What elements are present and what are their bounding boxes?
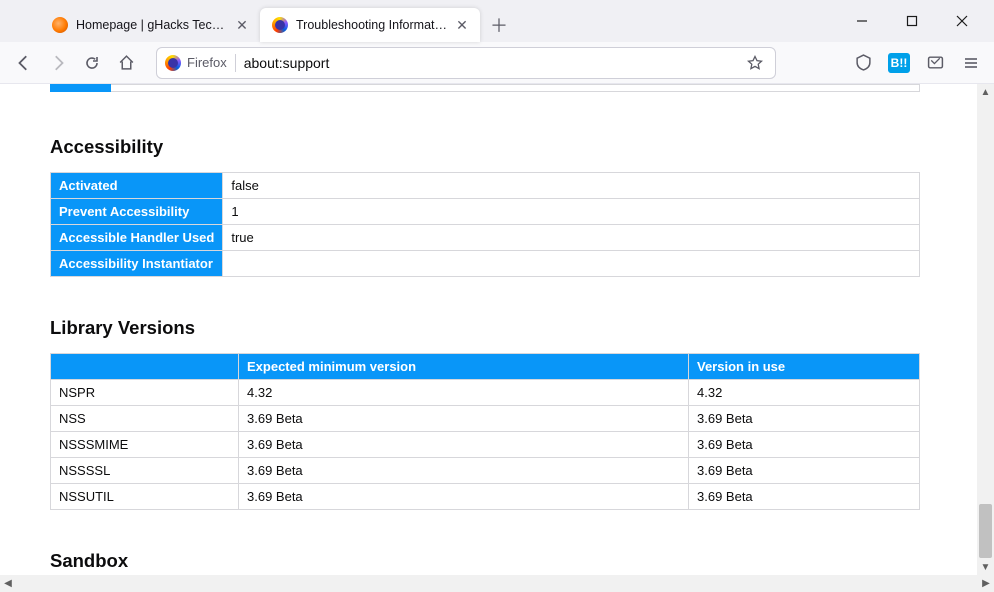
firefox-identity-icon — [165, 55, 181, 71]
cell-expected: 3.69 Beta — [239, 458, 689, 484]
cell-inuse: 3.69 Beta — [689, 406, 920, 432]
table-row: NSSSSL3.69 Beta3.69 Beta — [51, 458, 920, 484]
library-versions-table: Expected minimum versionVersion in use N… — [50, 353, 920, 510]
cell-expected: 3.69 Beta — [239, 432, 689, 458]
table-row: Prevent Accessibility1 — [51, 199, 920, 225]
back-button[interactable] — [8, 47, 40, 79]
row-value — [223, 251, 920, 277]
cell-expected: 3.69 Beta — [239, 484, 689, 510]
window-controls — [848, 0, 990, 42]
tab-label: Homepage | gHacks Technology News — [76, 18, 228, 32]
cell-inuse: 3.69 Beta — [689, 484, 920, 510]
table-row: NSPR4.324.32 — [51, 380, 920, 406]
cell-inuse: 3.69 Beta — [689, 432, 920, 458]
row-header: Accessibility Instantiator — [51, 251, 223, 277]
tab-troubleshooting[interactable]: Troubleshooting Information ✕ — [260, 8, 480, 42]
window-close-button[interactable] — [948, 7, 976, 35]
new-tab-button[interactable]: ＋ — [484, 10, 514, 40]
pocket-icon[interactable] — [848, 47, 878, 79]
cell-expected: 3.69 Beta — [239, 406, 689, 432]
cell-name: NSSUTIL — [51, 484, 239, 510]
close-tab-button[interactable]: ✕ — [454, 17, 470, 33]
row-header: Activated — [51, 173, 223, 199]
column-header: Version in use — [689, 354, 920, 380]
table-row: Activatedfalse — [51, 173, 920, 199]
tab-label: Troubleshooting Information — [296, 18, 448, 32]
scroll-right-arrow-icon[interactable]: ▶ — [978, 575, 994, 592]
table-row: NSSUTIL3.69 Beta3.69 Beta — [51, 484, 920, 510]
window-minimize-button[interactable] — [848, 7, 876, 35]
home-button[interactable] — [110, 47, 142, 79]
column-header: Expected minimum version — [239, 354, 689, 380]
tab-ghacks[interactable]: Homepage | gHacks Technology News ✕ — [40, 8, 260, 42]
vertical-scrollbar[interactable]: ▲ ▼ — [977, 84, 994, 575]
ghacks-favicon-icon — [52, 17, 68, 33]
cell-name: NSPR — [51, 380, 239, 406]
table-row: Accessible Handler Usedtrue — [51, 225, 920, 251]
cell-name: NSS — [51, 406, 239, 432]
table-row: NSS3.69 Beta3.69 Beta — [51, 406, 920, 432]
table-row: Accessibility Instantiator — [51, 251, 920, 277]
cell-inuse: 4.32 — [689, 380, 920, 406]
identity-label: Firefox — [187, 55, 227, 70]
row-value: true — [223, 225, 920, 251]
row-header: Accessible Handler Used — [51, 225, 223, 251]
table-row: NSSSMIME3.69 Beta3.69 Beta — [51, 432, 920, 458]
window-maximize-button[interactable] — [898, 7, 926, 35]
row-value: 1 — [223, 199, 920, 225]
column-header — [51, 354, 239, 380]
hatena-extension-icon[interactable]: B!! — [884, 47, 914, 79]
row-value: false — [223, 173, 920, 199]
reload-button[interactable] — [76, 47, 108, 79]
cell-name: NSSSMIME — [51, 432, 239, 458]
screenshot-icon[interactable] — [920, 47, 950, 79]
library-versions-heading: Library Versions — [50, 317, 927, 339]
accessibility-table: ActivatedfalsePrevent Accessibility1Acce… — [50, 172, 920, 277]
accessibility-heading: Accessibility — [50, 136, 927, 158]
forward-button[interactable] — [42, 47, 74, 79]
urlbar-separator — [235, 54, 236, 72]
sandbox-heading: Sandbox — [50, 550, 927, 572]
cell-expected: 4.32 — [239, 380, 689, 406]
cell-inuse: 3.69 Beta — [689, 458, 920, 484]
horizontal-scrollbar[interactable]: ◀ ▶ — [0, 575, 994, 592]
bookmark-star-icon[interactable] — [743, 55, 767, 71]
url-text: about:support — [244, 55, 743, 71]
app-menu-button[interactable] — [956, 47, 986, 79]
scroll-thumb[interactable] — [979, 504, 992, 558]
titlebar: Homepage | gHacks Technology News ✕ Trou… — [0, 0, 994, 42]
content-viewport: Accessibility ActivatedfalsePrevent Acce… — [0, 84, 977, 575]
row-header: Prevent Accessibility — [51, 199, 223, 225]
scroll-left-arrow-icon[interactable]: ◀ — [0, 575, 16, 592]
scroll-down-arrow-icon[interactable]: ▼ — [977, 559, 994, 575]
toolbar-right: B!! — [848, 47, 986, 79]
cell-name: NSSSSL — [51, 458, 239, 484]
firefox-favicon-icon — [272, 17, 288, 33]
scroll-up-arrow-icon[interactable]: ▲ — [977, 84, 994, 100]
navbar: Firefox about:support B!! — [0, 42, 994, 84]
close-tab-button[interactable]: ✕ — [234, 17, 250, 33]
previous-section-stub — [50, 84, 920, 92]
url-bar[interactable]: Firefox about:support — [156, 47, 776, 79]
